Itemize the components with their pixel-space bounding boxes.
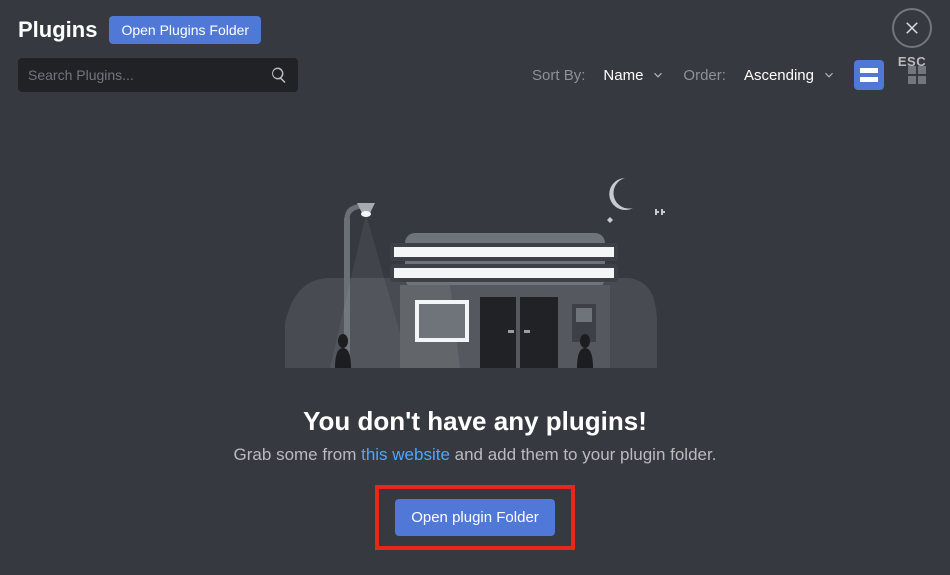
subtext-suffix: and add them to your plugin folder. (450, 445, 717, 464)
search-icon (270, 66, 288, 84)
open-plugins-folder-button[interactable]: Open Plugins Folder (109, 16, 261, 44)
sort-by-dropdown[interactable]: Name (603, 67, 665, 84)
search-input-container[interactable] (18, 58, 298, 92)
sort-by-label: Sort By: (532, 67, 585, 84)
close-button[interactable] (892, 8, 932, 48)
open-plugin-folder-button[interactable]: Open plugin Folder (395, 499, 555, 536)
empty-state-subtext: Grab some from this website and add them… (0, 445, 950, 465)
order-label: Order: (683, 67, 726, 84)
open-folder-highlight: Open plugin Folder (375, 485, 575, 550)
chevron-down-icon (651, 68, 665, 82)
sort-by-value: Name (603, 67, 643, 84)
esc-label: ESC (892, 54, 932, 69)
subtext-prefix: Grab some from (234, 445, 362, 464)
close-icon (903, 19, 921, 37)
list-icon (860, 66, 878, 84)
page-title: Plugins (18, 17, 97, 43)
order-value: Ascending (744, 67, 814, 84)
empty-state-heading: You don't have any plugins! (0, 406, 950, 437)
empty-state-illustration (285, 148, 665, 378)
chevron-down-icon (822, 68, 836, 82)
search-input[interactable] (28, 67, 270, 83)
order-dropdown[interactable]: Ascending (744, 67, 836, 84)
view-list-button[interactable] (854, 60, 884, 90)
this-website-link[interactable]: this website (361, 445, 450, 464)
